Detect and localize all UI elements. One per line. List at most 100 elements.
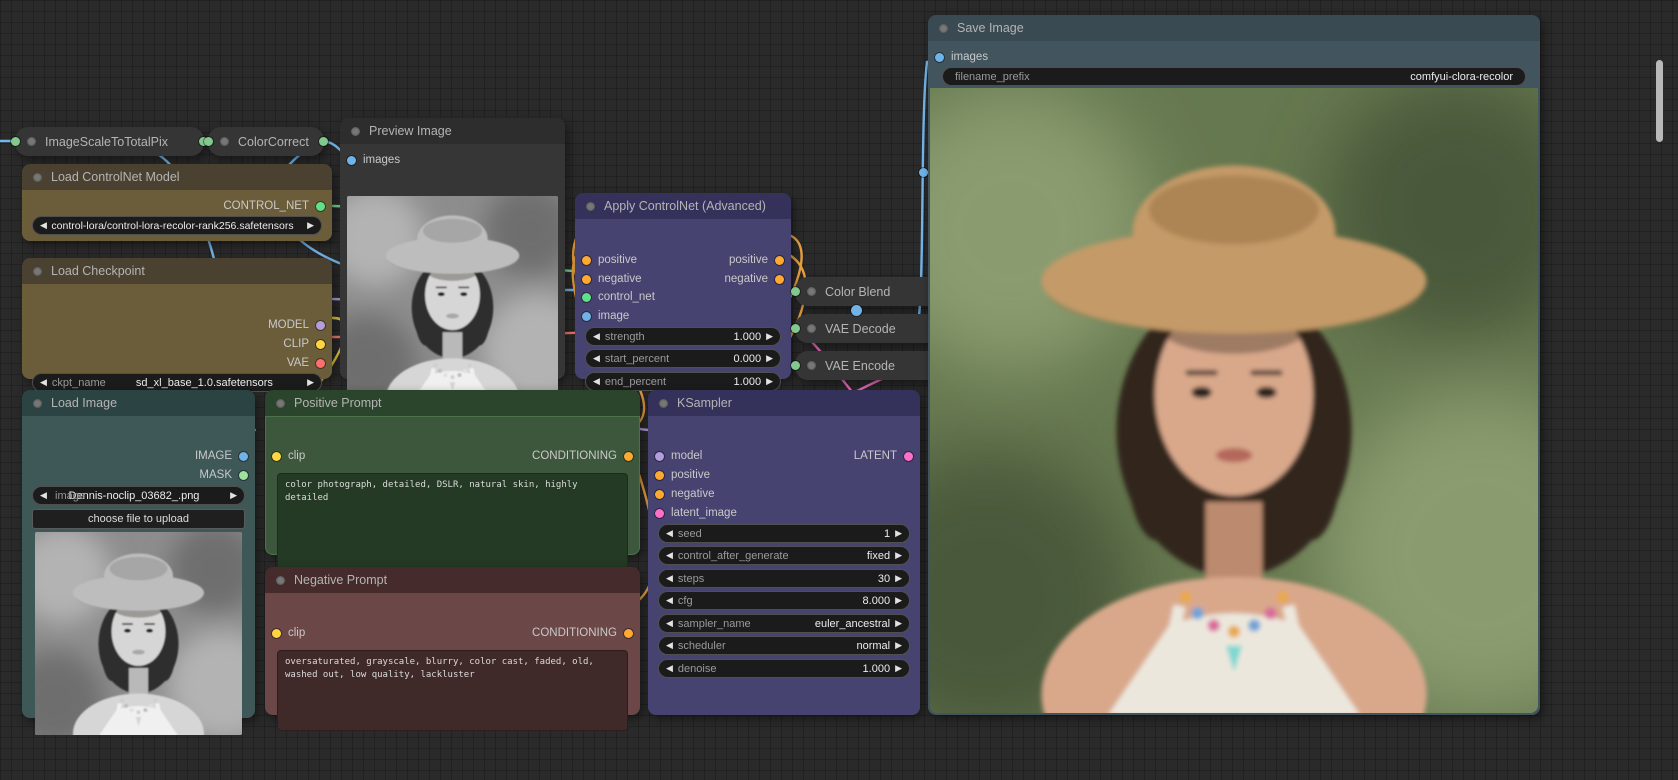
positive-out-dot[interactable] bbox=[775, 256, 784, 265]
node-header[interactable]: Preview Image bbox=[340, 118, 565, 144]
strength-widget[interactable]: strength 1.000 bbox=[585, 327, 781, 346]
increment-arrow-icon[interactable] bbox=[766, 377, 773, 386]
latent-image-dot[interactable] bbox=[655, 509, 664, 518]
decrement-arrow-icon[interactable] bbox=[593, 332, 600, 341]
clip-dot[interactable] bbox=[272, 452, 281, 461]
prev-arrow-icon[interactable] bbox=[40, 378, 47, 387]
negative-prompt-textarea[interactable]: oversaturated, grayscale, blurry, color … bbox=[277, 650, 628, 731]
decrement-arrow-icon[interactable] bbox=[666, 664, 673, 673]
output-conditioning[interactable]: CONDITIONING bbox=[532, 447, 633, 465]
input-dot[interactable] bbox=[791, 287, 800, 296]
control-after-generate-widget[interactable]: control_after_generate fixed bbox=[658, 546, 910, 565]
output-negative[interactable]: negative bbox=[725, 270, 784, 288]
collapse-dot[interactable] bbox=[807, 287, 816, 296]
increment-arrow-icon[interactable] bbox=[766, 354, 773, 363]
output-image[interactable]: IMAGE bbox=[195, 447, 248, 465]
node-header[interactable]: Apply ControlNet (Advanced) bbox=[575, 193, 791, 219]
model-dot[interactable] bbox=[316, 321, 325, 330]
conditioning-dot[interactable] bbox=[624, 452, 633, 461]
input-dot[interactable] bbox=[204, 137, 213, 146]
node-header[interactable]: Load ControlNet Model bbox=[22, 164, 332, 190]
decrement-arrow-icon[interactable] bbox=[666, 529, 673, 538]
increment-arrow-icon[interactable] bbox=[895, 664, 902, 673]
image-dot[interactable] bbox=[582, 312, 591, 321]
input-latent-image[interactable]: latent_image bbox=[655, 504, 737, 522]
steps-widget[interactable]: steps 30 bbox=[658, 569, 910, 588]
cfg-widget[interactable]: cfg 8.000 bbox=[658, 591, 910, 610]
node-load-controlnet-model[interactable]: Load ControlNet Model CONTROL_NET contro… bbox=[22, 164, 332, 241]
conditioning-dot[interactable] bbox=[624, 629, 633, 638]
prev-arrow-icon[interactable] bbox=[666, 641, 673, 650]
collapse-dot[interactable] bbox=[939, 24, 948, 33]
reroute-dot[interactable] bbox=[851, 305, 862, 316]
next-arrow-icon[interactable] bbox=[307, 221, 314, 230]
node-graph-canvas[interactable]: ImageScaleToTotalPix ColorCorrect Load C… bbox=[0, 0, 1678, 780]
input-images[interactable]: images bbox=[347, 151, 400, 169]
node-header[interactable]: KSampler bbox=[648, 390, 920, 416]
output-dot[interactable] bbox=[319, 137, 328, 146]
output-clip[interactable]: CLIP bbox=[283, 335, 325, 353]
node-positive-prompt[interactable]: Positive Prompt clip CONDITIONING color … bbox=[265, 390, 640, 555]
collapse-dot[interactable] bbox=[27, 137, 36, 146]
negative-dot[interactable] bbox=[655, 490, 664, 499]
increment-arrow-icon[interactable] bbox=[895, 574, 902, 583]
output-conditioning[interactable]: CONDITIONING bbox=[532, 624, 633, 642]
node-header[interactable]: Load Image bbox=[22, 390, 255, 416]
increment-arrow-icon[interactable] bbox=[895, 529, 902, 538]
node-imagescaletototalpix[interactable]: ImageScaleToTotalPix bbox=[15, 127, 204, 156]
input-positive[interactable]: positive bbox=[655, 466, 710, 484]
input-dot[interactable] bbox=[11, 137, 20, 146]
next-arrow-icon[interactable] bbox=[230, 491, 237, 500]
negative-dot[interactable] bbox=[582, 275, 591, 284]
negative-out-dot[interactable] bbox=[775, 275, 784, 284]
next-arrow-icon[interactable] bbox=[895, 641, 902, 650]
collapse-dot[interactable] bbox=[33, 399, 42, 408]
reroute-dot[interactable] bbox=[919, 168, 928, 177]
start-percent-widget[interactable]: start_percent 0.000 bbox=[585, 349, 781, 368]
collapse-dot[interactable] bbox=[33, 173, 42, 182]
latent-dot[interactable] bbox=[904, 452, 913, 461]
image-dot[interactable] bbox=[239, 452, 248, 461]
canvas-scrollbar-thumb[interactable] bbox=[1656, 60, 1663, 142]
decrement-arrow-icon[interactable] bbox=[593, 354, 600, 363]
node-apply-controlnet-advanced[interactable]: Apply ControlNet (Advanced) positive neg… bbox=[575, 193, 791, 379]
next-arrow-icon[interactable] bbox=[307, 378, 314, 387]
node-header[interactable]: Positive Prompt bbox=[265, 390, 640, 416]
positive-dot[interactable] bbox=[582, 256, 591, 265]
denoise-widget[interactable]: denoise 1.000 bbox=[658, 659, 910, 678]
increment-arrow-icon[interactable] bbox=[895, 596, 902, 605]
clip-dot[interactable] bbox=[316, 340, 325, 349]
input-positive[interactable]: positive bbox=[582, 251, 637, 269]
node-save-image[interactable]: Save Image images filename_prefix comfyu… bbox=[928, 15, 1540, 715]
input-control-net[interactable]: control_net bbox=[582, 288, 655, 306]
control-net-dot[interactable] bbox=[316, 202, 325, 211]
collapse-dot[interactable] bbox=[276, 399, 285, 408]
output-control-net[interactable]: CONTROL_NET bbox=[223, 197, 325, 215]
collapse-dot[interactable] bbox=[586, 202, 595, 211]
node-ksampler[interactable]: KSampler model positive negative latent_… bbox=[648, 390, 920, 715]
sampler-name-widget[interactable]: sampler_name euler_ancestral bbox=[658, 614, 910, 633]
input-dot[interactable] bbox=[791, 324, 800, 333]
node-colorcorrect[interactable]: ColorCorrect bbox=[208, 127, 324, 156]
output-model[interactable]: MODEL bbox=[268, 316, 325, 334]
clip-dot[interactable] bbox=[272, 629, 281, 638]
node-preview-image[interactable]: Preview Image images bbox=[340, 118, 565, 379]
collapse-dot[interactable] bbox=[659, 399, 668, 408]
positive-prompt-textarea[interactable]: color photograph, detailed, DSLR, natura… bbox=[277, 473, 628, 571]
input-images[interactable]: images bbox=[935, 48, 988, 66]
next-arrow-icon[interactable] bbox=[895, 619, 902, 628]
input-model[interactable]: model bbox=[655, 447, 702, 465]
node-negative-prompt[interactable]: Negative Prompt clip CONDITIONING oversa… bbox=[265, 567, 640, 715]
seed-widget[interactable]: seed 1 bbox=[658, 524, 910, 543]
input-dot[interactable] bbox=[791, 361, 800, 370]
next-arrow-icon[interactable] bbox=[895, 551, 902, 560]
decrement-arrow-icon[interactable] bbox=[666, 574, 673, 583]
prev-arrow-icon[interactable] bbox=[666, 551, 673, 560]
vae-dot[interactable] bbox=[316, 359, 325, 368]
collapse-dot[interactable] bbox=[33, 267, 42, 276]
positive-dot[interactable] bbox=[655, 471, 664, 480]
decrement-arrow-icon[interactable] bbox=[666, 596, 673, 605]
node-header[interactable]: Save Image bbox=[928, 15, 1540, 41]
input-negative[interactable]: negative bbox=[582, 270, 641, 288]
mask-dot[interactable] bbox=[239, 471, 248, 480]
